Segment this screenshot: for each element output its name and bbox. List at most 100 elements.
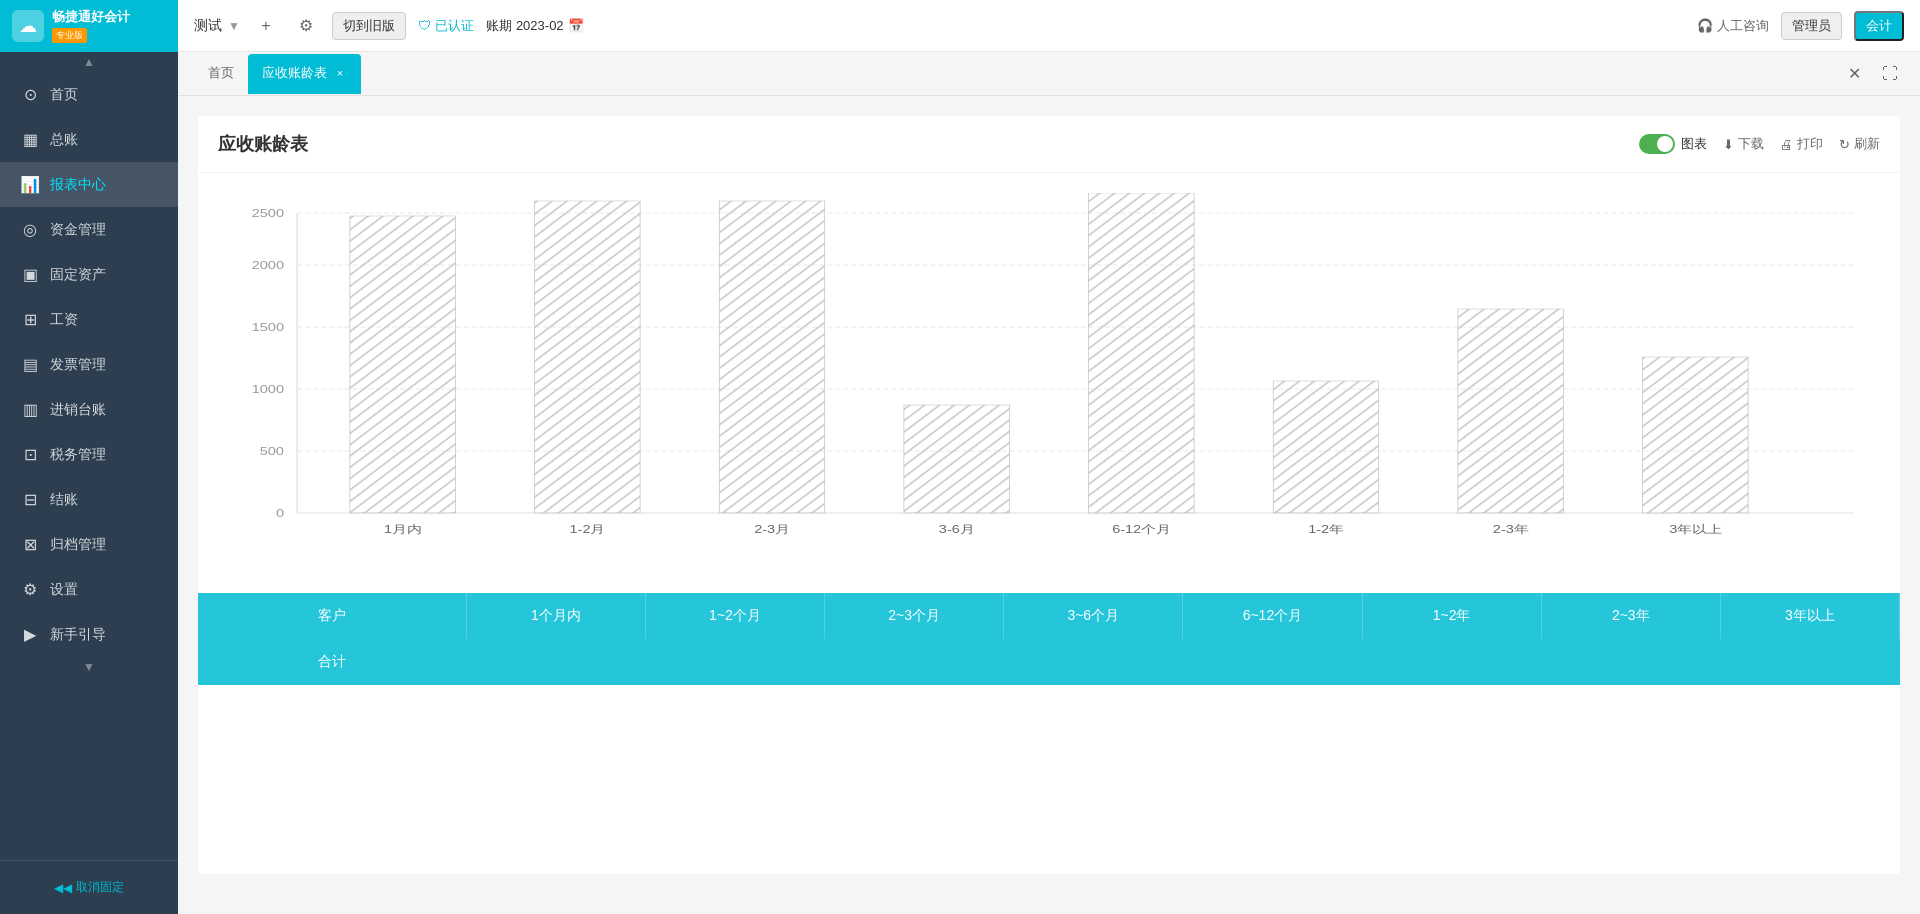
project-selector[interactable]: 测试 ▼ — [194, 17, 240, 35]
sidebar-item-closing[interactable]: ⊟ 结账 — [0, 477, 178, 522]
sidebar-label-funds: 资金管理 — [50, 221, 106, 239]
svg-rect-18 — [719, 201, 825, 513]
sidebar-nav: ▲ ⊙ 首页 ▦ 总账 📊 报表中心 ◎ 资金管理 ▣ 固定资产 ⊞ 工资 ▤ … — [0, 52, 178, 860]
logo-icon: ☁ — [12, 10, 44, 42]
sidebar-label-assets: 固定资产 — [50, 266, 106, 284]
period-label: 账期 — [486, 17, 512, 35]
sidebar-item-wages[interactable]: ⊞ 工资 — [0, 297, 178, 342]
tab-ar-aging[interactable]: 应收账龄表 × — [248, 54, 361, 94]
bar-chart: 0 500 1000 1500 2000 2500 1月内 — [218, 193, 1880, 573]
table-header-cell: 2~3年 — [1542, 593, 1721, 639]
table-header-cell: 3年以上 — [1721, 593, 1900, 639]
scroll-down-btn[interactable]: ▼ — [0, 657, 178, 677]
svg-text:2000: 2000 — [252, 259, 284, 272]
svg-rect-22 — [1089, 193, 1195, 513]
report-title: 应收账龄表 — [218, 132, 308, 156]
tab-home-label: 首页 — [208, 64, 234, 82]
archive-icon: ⊠ — [20, 535, 40, 554]
sidebar-label-invoices: 发票管理 — [50, 356, 106, 374]
closing-icon: ⊟ — [20, 490, 40, 509]
svg-rect-28 — [1643, 357, 1749, 513]
sidebar-label-reports: 报表中心 — [50, 176, 106, 194]
svg-text:3年以上: 3年以上 — [1669, 523, 1721, 536]
svg-text:2-3月: 2-3月 — [754, 523, 790, 536]
sidebar-item-tax[interactable]: ⊡ 税务管理 — [0, 432, 178, 477]
report-header: 应收账龄表 图表 ⬇ 下载 🖨 打印 ↻ — [198, 116, 1900, 173]
refresh-label: 刷新 — [1854, 135, 1880, 153]
tabbar-actions: ✕ ⛶ — [1840, 60, 1904, 88]
chart-toggle-switch[interactable] — [1639, 134, 1675, 154]
sidebar-item-archive[interactable]: ⊠ 归档管理 — [0, 522, 178, 567]
sidebar-item-ledger[interactable]: ▦ 总账 — [0, 117, 178, 162]
purchase-sale-icon: ▥ — [20, 400, 40, 419]
sidebar-item-assets[interactable]: ▣ 固定资产 — [0, 252, 178, 297]
print-btn[interactable]: 🖨 打印 — [1780, 135, 1823, 153]
refresh-btn[interactable]: ↻ 刷新 — [1839, 135, 1880, 153]
table-header-cell: 合计 — [198, 639, 467, 685]
sidebar-item-reports[interactable]: 📊 报表中心 — [0, 162, 178, 207]
table-header-cell: 3~6个月 — [1004, 593, 1183, 639]
table-header-cell: 1~2年 — [1363, 593, 1542, 639]
sidebar-item-home[interactable]: ⊙ 首页 — [0, 72, 178, 117]
download-icon: ⬇ — [1723, 137, 1734, 152]
cancel-fixed-label: 取消固定 — [76, 879, 124, 896]
svg-rect-24 — [1273, 381, 1379, 513]
assets-icon: ▣ — [20, 265, 40, 284]
table-header-cell: 2~3个月 — [825, 593, 1004, 639]
sidebar-item-funds[interactable]: ◎ 资金管理 — [0, 207, 178, 252]
svg-text:3-6月: 3-6月 — [939, 523, 975, 536]
topbar-right: 🎧 人工咨询 管理员 会计 — [1697, 11, 1904, 41]
svg-rect-26 — [1458, 309, 1564, 513]
scroll-up-btn[interactable]: ▲ — [0, 52, 178, 72]
ledger-icon: ▦ — [20, 130, 40, 149]
calendar-icon[interactable]: 📅 — [568, 18, 584, 33]
invoices-icon: ▤ — [20, 355, 40, 374]
sidebar-label-home: 首页 — [50, 86, 78, 104]
download-label: 下载 — [1738, 135, 1764, 153]
svg-text:0: 0 — [276, 507, 284, 520]
svg-text:6-12个月: 6-12个月 — [1112, 523, 1170, 536]
sidebar-label-tax: 税务管理 — [50, 446, 106, 464]
switch-version-btn[interactable]: 切到旧版 — [332, 12, 406, 40]
tab-home[interactable]: 首页 — [194, 54, 248, 94]
add-btn[interactable]: + — [252, 12, 280, 40]
settings-btn[interactable]: ⚙ — [292, 12, 320, 40]
svg-text:500: 500 — [260, 445, 284, 458]
tab-close-window-btn[interactable]: ✕ — [1840, 60, 1868, 88]
project-chevron-icon: ▼ — [228, 19, 240, 33]
svg-rect-16 — [535, 201, 641, 513]
svg-text:1000: 1000 — [252, 383, 284, 396]
sidebar-item-guide[interactable]: ▶ 新手引导 — [0, 612, 178, 657]
sidebar-label-guide: 新手引导 — [50, 626, 106, 644]
cancel-fixed-btn[interactable]: ◀◀ 取消固定 — [0, 871, 178, 904]
consult-btn[interactable]: 🎧 人工咨询 — [1697, 17, 1769, 35]
svg-text:1-2月: 1-2月 — [570, 523, 606, 536]
reports-icon: 📊 — [20, 175, 40, 194]
topbar: 测试 ▼ + ⚙ 切到旧版 🛡 已认证 账期 2023-02 📅 🎧 人工咨询 … — [178, 0, 1920, 52]
role-btn[interactable]: 会计 — [1854, 11, 1904, 41]
report-card: 应收账龄表 图表 ⬇ 下载 🖨 打印 ↻ — [198, 116, 1900, 874]
table-header-cell: 1~2个月 — [646, 593, 825, 639]
sidebar-item-settings[interactable]: ⚙ 设置 — [0, 567, 178, 612]
svg-text:2-3年: 2-3年 — [1493, 523, 1529, 536]
sidebar-label-settings: 设置 — [50, 581, 78, 599]
download-btn[interactable]: ⬇ 下载 — [1723, 135, 1764, 153]
refresh-icon: ↻ — [1839, 137, 1850, 152]
chart-area: 0 500 1000 1500 2000 2500 1月内 — [198, 173, 1900, 593]
period-info: 账期 2023-02 📅 — [486, 17, 584, 35]
tab-expand-btn[interactable]: ⛶ — [1876, 60, 1904, 88]
chart-toggle-label: 图表 — [1681, 135, 1707, 153]
admin-btn[interactable]: 管理员 — [1781, 12, 1842, 40]
tab-close-icon[interactable]: × — [333, 66, 347, 80]
content-area: 应收账龄表 图表 ⬇ 下载 🖨 打印 ↻ — [178, 96, 1920, 914]
sidebar-item-invoices[interactable]: ▤ 发票管理 — [0, 342, 178, 387]
certified-label: 已认证 — [435, 17, 474, 35]
sidebar-item-purchase-sale[interactable]: ▥ 进销台账 — [0, 387, 178, 432]
table-header-cell: 客户 — [198, 593, 467, 639]
main-area: 测试 ▼ + ⚙ 切到旧版 🛡 已认证 账期 2023-02 📅 🎧 人工咨询 … — [178, 0, 1920, 914]
svg-rect-20 — [904, 405, 1010, 513]
consult-label: 人工咨询 — [1717, 17, 1769, 35]
shield-icon: 🛡 — [418, 18, 431, 33]
svg-text:1500: 1500 — [252, 321, 284, 334]
funds-icon: ◎ — [20, 220, 40, 239]
